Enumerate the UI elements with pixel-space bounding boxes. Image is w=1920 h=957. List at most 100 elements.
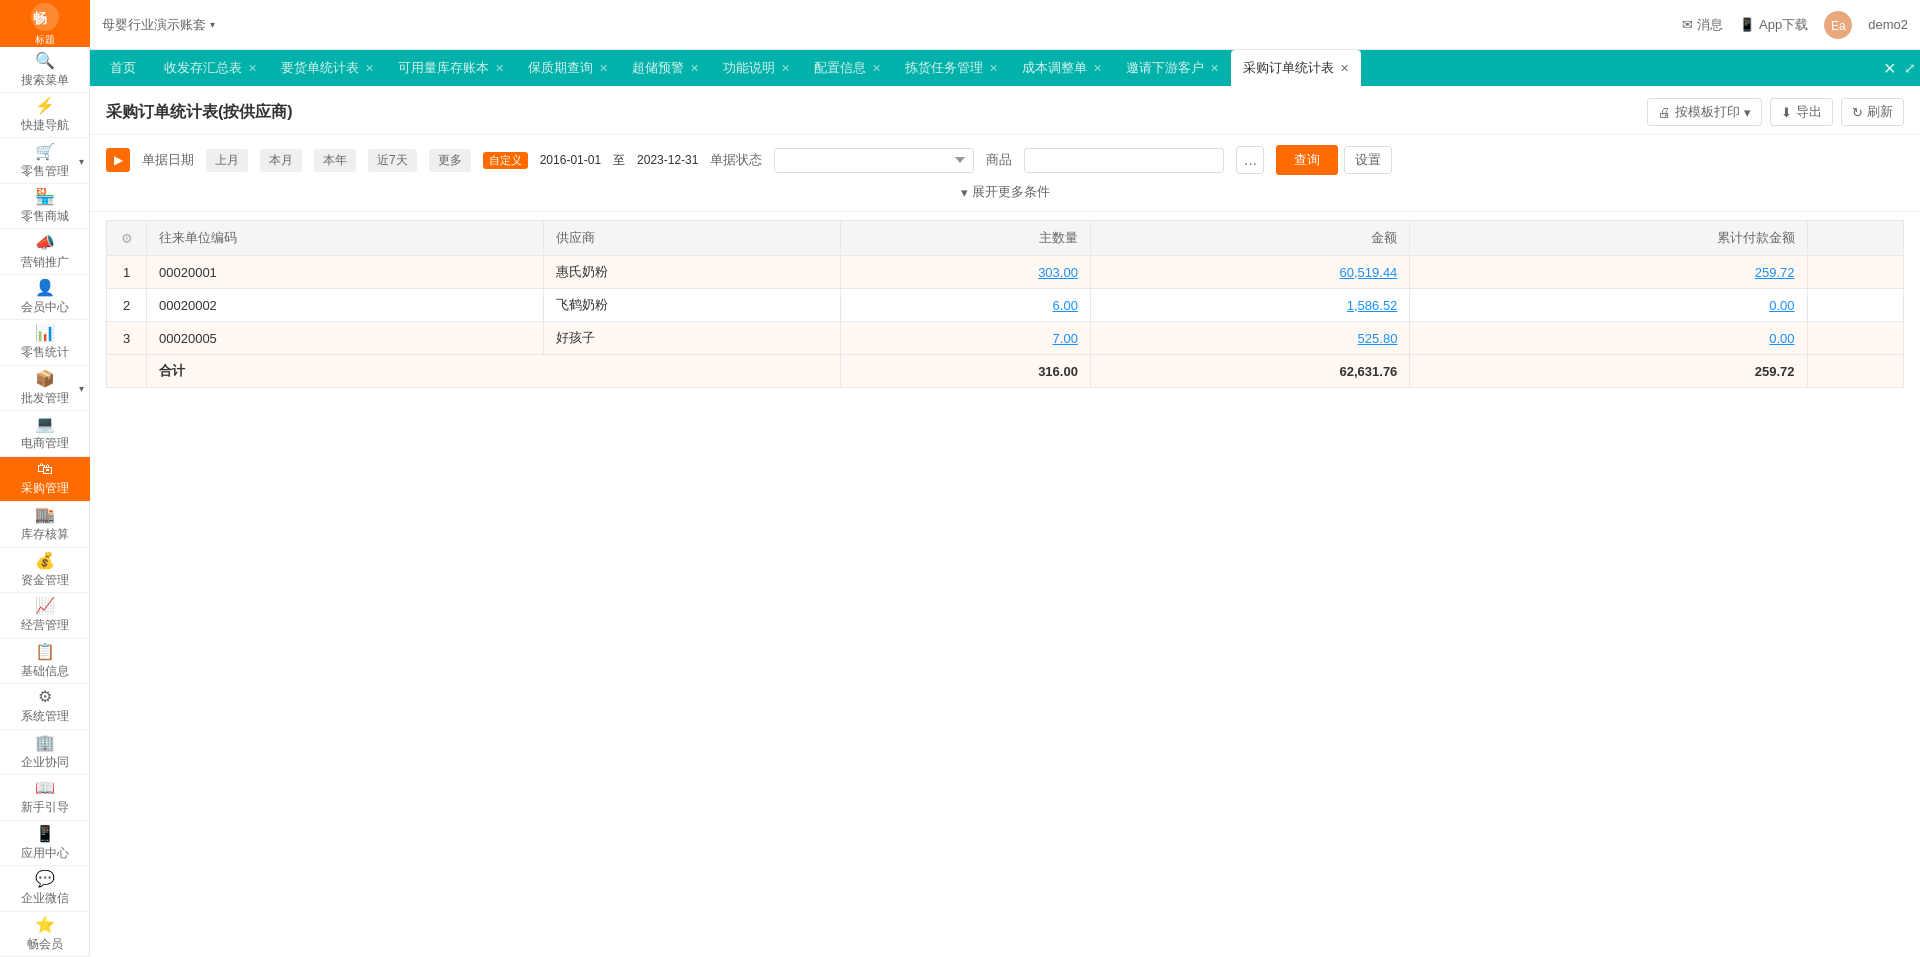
column-setting-icon[interactable]: ⚙ — [121, 231, 133, 246]
topbar-app-btn[interactable]: 📱 App下载 — [1739, 16, 1808, 34]
cell-qty[interactable]: 6.00 — [841, 289, 1091, 322]
tab-close-icon[interactable]: ✕ — [365, 62, 374, 75]
sidebar-item-wechat[interactable]: 💬 企业微信 — [0, 866, 90, 911]
cell-qty[interactable]: 303.00 — [841, 256, 1091, 289]
tab-close-icon[interactable]: ✕ — [1093, 62, 1102, 75]
tabbar-expand-btn[interactable]: ⤢ — [1904, 60, 1916, 76]
sidebar-item-retail-mall[interactable]: 🏪 零售商城 — [0, 184, 90, 229]
tab-close-icon[interactable]: ✕ — [1210, 62, 1219, 75]
date-more-btn[interactable]: 更多 — [429, 149, 471, 172]
topbar-message-btn[interactable]: ✉ 消息 — [1682, 16, 1723, 34]
topbar-app-label: App下载 — [1759, 16, 1808, 34]
sidebar-item-label: 零售统计 — [21, 344, 69, 361]
table-row[interactable]: 1 00020001 惠氏奶粉 303.00 60,519.44 259.72 — [107, 256, 1904, 289]
tab-cost-adjust[interactable]: 成本调整单 ✕ — [1010, 50, 1114, 86]
sidebar-item-newguide[interactable]: 📖 新手引导 — [0, 775, 90, 820]
cell-amount[interactable]: 525.80 — [1090, 322, 1409, 355]
date-7days-btn[interactable]: 近7天 — [368, 149, 417, 172]
sidebar-item-appcenter[interactable]: 📱 应用中心 — [0, 821, 90, 866]
tab-close-icon[interactable]: ✕ — [248, 62, 257, 75]
sidebar-item-vip[interactable]: ⭐ 畅会员 — [0, 912, 90, 957]
tab-close-icon[interactable]: ✕ — [781, 62, 790, 75]
enterprise-icon: 🏢 — [35, 733, 55, 752]
date-range-sep: 至 — [613, 152, 625, 169]
tab-close-icon[interactable]: ✕ — [599, 62, 608, 75]
sidebar-item-basic[interactable]: 📋 基础信息 — [0, 639, 90, 684]
table-row[interactable]: 3 00020005 好孩子 7.00 525.80 0.00 — [107, 322, 1904, 355]
status-filter-label: 单据状态 — [710, 151, 762, 169]
col-qty: 主数量 — [841, 221, 1091, 256]
tab-home[interactable]: 首页 — [94, 50, 152, 86]
avatar[interactable]: Ea — [1824, 11, 1852, 39]
table-row[interactable]: 2 00020002 飞鹤奶粉 6.00 1,586.52 0.00 — [107, 289, 1904, 322]
sidebar-item-ecommerce[interactable]: 💻 电商管理 — [0, 411, 90, 456]
sidebar-item-enterprise[interactable]: 🏢 企业协同 — [0, 730, 90, 775]
goods-more-btn[interactable]: … — [1236, 146, 1264, 174]
topbar-title[interactable]: 母婴行业演示账套 ▾ — [102, 16, 215, 34]
tab-close-icon[interactable]: ✕ — [690, 62, 699, 75]
tab-expiry-query[interactable]: 保质期查询 ✕ — [516, 50, 620, 86]
nav-icon: ⚡ — [35, 96, 55, 115]
search-btn[interactable]: 查询 — [1276, 145, 1338, 175]
filter-toggle-btn[interactable]: ▶ — [106, 148, 130, 172]
sidebar-item-member[interactable]: 👤 会员中心 — [0, 275, 90, 320]
tab-receive-send[interactable]: 收发存汇总表 ✕ — [152, 50, 269, 86]
tab-label: 拣货任务管理 — [905, 59, 983, 77]
sidebar-item-inventory[interactable]: 🏬 库存核算 — [0, 502, 90, 547]
tab-close-icon[interactable]: ✕ — [495, 62, 504, 75]
sidebar-nav-item[interactable]: ⚡ 快捷导航 — [0, 93, 90, 138]
cell-paid[interactable]: 0.00 — [1410, 322, 1807, 355]
print-label: 按模板打印 — [1675, 103, 1740, 121]
print-dropdown-icon: ▾ — [1744, 105, 1751, 120]
goods-filter-label: 商品 — [986, 151, 1012, 169]
print-btn[interactable]: 🖨 按模板打印 ▾ — [1647, 98, 1762, 126]
sidebar-item-finance[interactable]: 💰 资金管理 — [0, 548, 90, 593]
sidebar-logo[interactable]: 畅 标题 — [0, 0, 90, 47]
topbar-username[interactable]: demo2 — [1868, 17, 1908, 32]
cell-extra — [1807, 289, 1903, 322]
svg-text:Ea: Ea — [1831, 19, 1846, 33]
sidebar-item-retail-stats[interactable]: 📊 零售统计 — [0, 320, 90, 365]
filter-area: ▶ 单据日期 上月 本月 本年 近7天 更多 自定义 2016-01-01 至 … — [90, 135, 1920, 212]
tab-invite-customer[interactable]: 邀请下游客户 ✕ — [1114, 50, 1231, 86]
expand-more-btn[interactable]: ▾ 展开更多条件 — [106, 183, 1904, 201]
col-setting[interactable]: ⚙ — [107, 221, 147, 256]
tab-available-inventory[interactable]: 可用量库存账本 ✕ — [386, 50, 516, 86]
date-this-month-btn[interactable]: 本月 — [260, 149, 302, 172]
goods-input[interactable] — [1024, 148, 1224, 173]
sidebar-search-item[interactable]: 🔍 搜索菜单 — [0, 47, 90, 92]
sidebar-item-wholesale[interactable]: 📦 批发管理 — [0, 366, 90, 411]
tab-close-icon[interactable]: ✕ — [989, 62, 998, 75]
footer-amount: 62,631.76 — [1090, 355, 1409, 388]
sidebar-item-purchase[interactable]: 🛍 采购管理 — [0, 457, 90, 502]
sidebar-item-marketing[interactable]: 📣 营销推广 — [0, 229, 90, 274]
footer-empty-2 — [1807, 355, 1903, 388]
tab-overstock[interactable]: 超储预警 ✕ — [620, 50, 711, 86]
tab-pick-task[interactable]: 拣货任务管理 ✕ — [893, 50, 1010, 86]
export-btn[interactable]: ⬇ 导出 — [1770, 98, 1833, 126]
sidebar-item-label: 零售商城 — [21, 208, 69, 225]
refresh-btn[interactable]: ↻ 刷新 — [1841, 98, 1904, 126]
tab-order-summary[interactable]: 要货单统计表 ✕ — [269, 50, 386, 86]
cell-paid[interactable]: 259.72 — [1410, 256, 1807, 289]
sidebar-item-operation[interactable]: 📈 经营管理 — [0, 593, 90, 638]
sidebar: 畅 标题 🔍 搜索菜单 ⚡ 快捷导航 🛒 零售管理 🏪 零售商城 📣 营销推广 … — [0, 0, 90, 957]
setting-btn[interactable]: 设置 — [1344, 146, 1392, 174]
sidebar-item-system[interactable]: ⚙ 系统管理 — [0, 684, 90, 729]
tab-purchase-summary[interactable]: 采购订单统计表 ✕ — [1231, 50, 1361, 86]
status-select[interactable] — [774, 148, 974, 173]
cell-amount[interactable]: 1,586.52 — [1090, 289, 1409, 322]
cell-paid[interactable]: 0.00 — [1410, 289, 1807, 322]
stats-icon: 📊 — [35, 323, 55, 342]
tab-function-desc[interactable]: 功能说明 ✕ — [711, 50, 802, 86]
tab-label: 功能说明 — [723, 59, 775, 77]
tab-config-info[interactable]: 配置信息 ✕ — [802, 50, 893, 86]
date-prev-month-btn[interactable]: 上月 — [206, 149, 248, 172]
sidebar-item-retail[interactable]: 🛒 零售管理 — [0, 138, 90, 183]
cell-amount[interactable]: 60,519.44 — [1090, 256, 1409, 289]
tabbar-close-all-btn[interactable]: ✕ — [1883, 59, 1896, 78]
tab-close-icon[interactable]: ✕ — [1340, 62, 1349, 75]
tab-close-icon[interactable]: ✕ — [872, 62, 881, 75]
date-this-year-btn[interactable]: 本年 — [314, 149, 356, 172]
cell-qty[interactable]: 7.00 — [841, 322, 1091, 355]
